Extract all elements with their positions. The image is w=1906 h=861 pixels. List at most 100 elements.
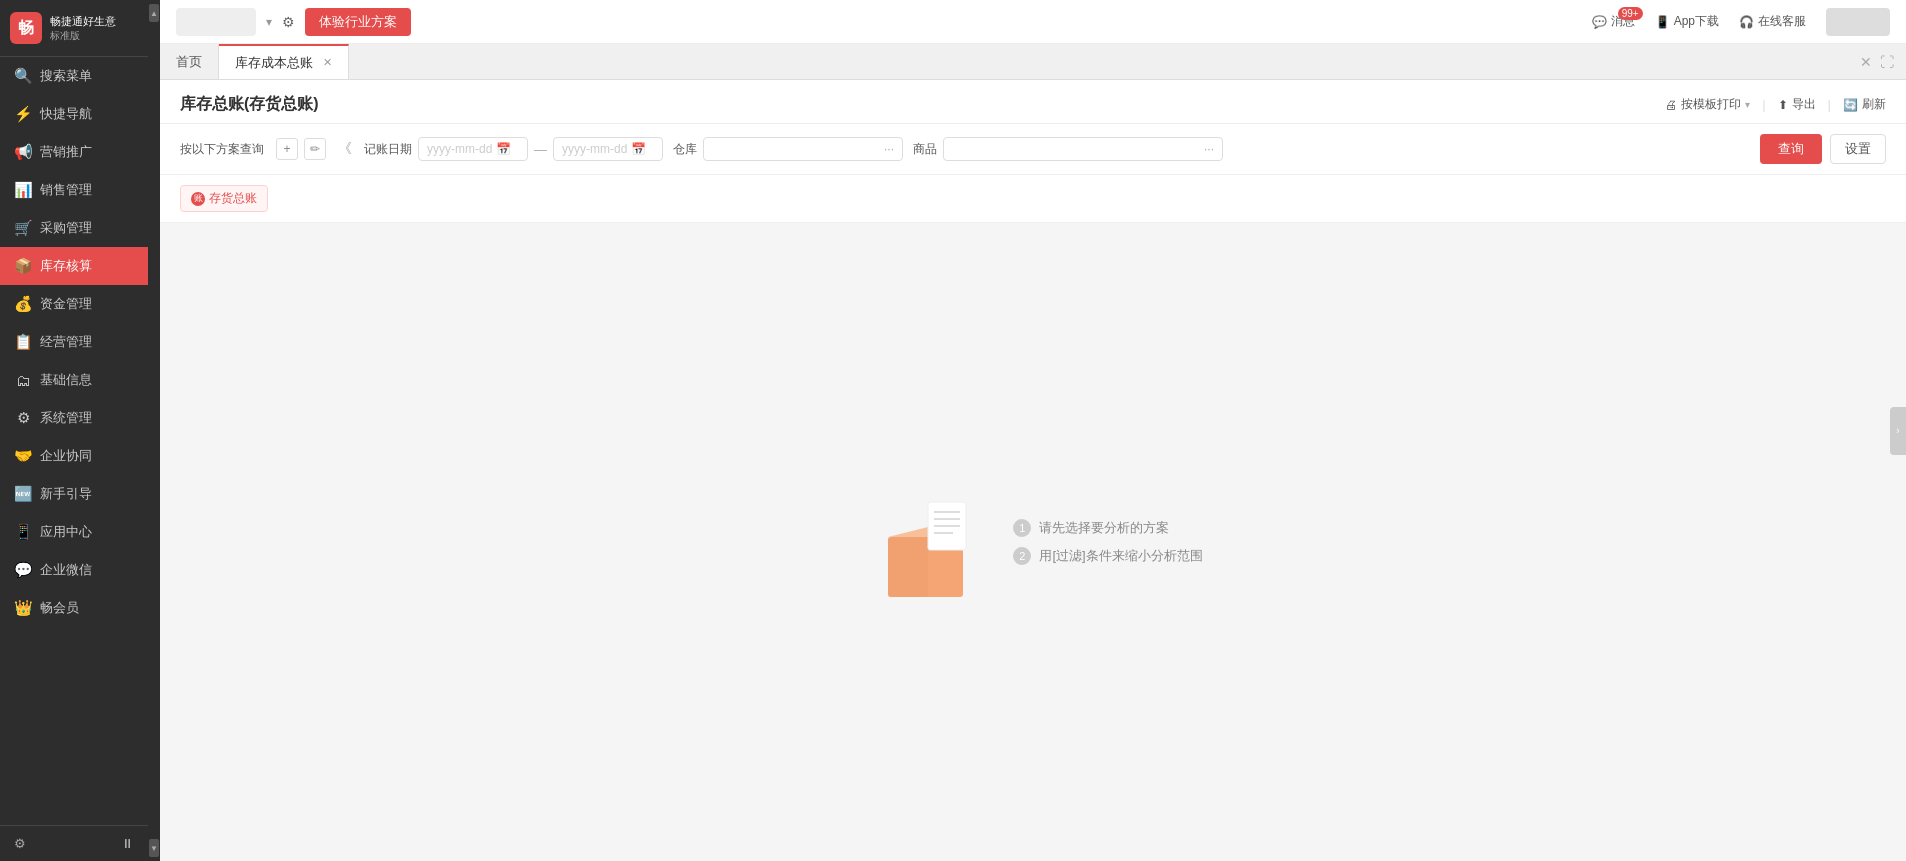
topbar-chevron-icon[interactable]: ▾	[266, 15, 272, 29]
filter-edit-button[interactable]: ✏	[304, 138, 326, 160]
empty-state: 1 请先选择要分析的方案 2 用[过滤]条件来缩小分析范围	[863, 482, 1202, 602]
topbar: ▾ ⚙ 体验行业方案 💬 消息 99+ 📱 App下载 🎧 在线客服	[160, 0, 1906, 44]
sidebar-item-apps[interactable]: 📱 应用中心	[0, 513, 148, 551]
filter-label: 按以下方案查询	[180, 141, 264, 158]
main-content: ▾ ⚙ 体验行业方案 💬 消息 99+ 📱 App下载 🎧 在线客服 首页	[160, 0, 1906, 861]
tab-expand-icon[interactable]: ⛶	[1880, 54, 1894, 70]
purchase-icon: 🛒	[14, 219, 32, 237]
date-range-filter: 记账日期 yyyy-mm-dd 📅 — yyyy-mm-dd 📅	[364, 137, 663, 161]
message-badge: 99+	[1618, 7, 1643, 20]
print-template-button[interactable]: 🖨 按模板打印 ▾	[1665, 96, 1750, 113]
scheme-section: 账 存货总账	[160, 175, 1906, 223]
app-logo-icon: 畅	[10, 12, 42, 44]
sidebar-item-shortcut[interactable]: ⚡ 快捷导航	[0, 95, 148, 133]
basic-icon: 🗂	[14, 371, 32, 389]
right-panel-chevron-icon: ›	[1896, 425, 1899, 436]
svg-rect-3	[888, 537, 928, 597]
tab-inventory-cost[interactable]: 库存成本总账 ✕	[219, 44, 349, 79]
filter-fields-row: 记账日期 yyyy-mm-dd 📅 — yyyy-mm-dd 📅 仓库 ···	[364, 134, 1886, 164]
tab-close-icon[interactable]: ✕	[323, 56, 332, 69]
content-area: 1 请先选择要分析的方案 2 用[过滤]条件来缩小分析范围	[160, 223, 1906, 861]
vip-icon: 👑	[14, 599, 32, 617]
scroll-up-btn[interactable]: ▲	[149, 4, 159, 22]
tip-2-text: 用[过滤]条件来缩小分析范围	[1039, 547, 1202, 565]
sidebar-item-wechat[interactable]: 💬 企业微信	[0, 551, 148, 589]
topbar-user-selector[interactable]	[176, 8, 256, 36]
filter-collapse-button[interactable]: 《	[338, 140, 352, 158]
warehouse-more-icon: ···	[884, 142, 894, 156]
filter-quick-actions: + ✏	[276, 138, 326, 160]
svg-marker-1	[888, 527, 928, 537]
divider-1: |	[1762, 97, 1765, 112]
topbar-gear-icon[interactable]: ⚙	[282, 14, 295, 30]
phone-icon: 📱	[1655, 15, 1670, 29]
cooperation-icon: 🤝	[14, 447, 32, 465]
print-chevron-icon: ▾	[1745, 99, 1750, 110]
tab-home[interactable]: 首页	[160, 44, 219, 79]
sidebar-nav: 🔍 搜索菜单 ⚡ 快捷导航 📢 营销推广 📊 销售管理 🛒 采购管理 📦 库存核…	[0, 57, 148, 825]
message-icon: 💬	[1592, 15, 1607, 29]
empty-illustration	[863, 482, 983, 602]
filter-add-button[interactable]: +	[276, 138, 298, 160]
export-icon: ⬆	[1778, 98, 1788, 112]
sidebar-item-purchase[interactable]: 🛒 采购管理	[0, 209, 148, 247]
print-icon: 🖨	[1665, 98, 1677, 112]
industry-solution-button[interactable]: 体验行业方案	[305, 8, 411, 36]
warehouse-input[interactable]: ···	[703, 137, 903, 161]
sales-icon: 📊	[14, 181, 32, 199]
finance-icon: 💰	[14, 295, 32, 313]
empty-tip-1: 1 请先选择要分析的方案	[1013, 519, 1202, 537]
sidebar-item-system[interactable]: ⚙ 系统管理	[0, 399, 148, 437]
app-download-button[interactable]: 📱 App下载	[1655, 13, 1719, 30]
search-icon: 🔍	[14, 67, 32, 85]
tab-close-panel-icon[interactable]: ✕	[1860, 54, 1872, 70]
goods-label: 商品	[913, 141, 937, 158]
filter-submit-actions: 查询 设置	[1760, 134, 1886, 164]
refresh-button[interactable]: 🔄 刷新	[1843, 96, 1886, 113]
wechat-icon: 💬	[14, 561, 32, 579]
date-end-input[interactable]: yyyy-mm-dd 📅	[553, 137, 663, 161]
tip-1-text: 请先选择要分析的方案	[1039, 519, 1169, 537]
search-button[interactable]: 查询	[1760, 134, 1822, 164]
sidebar-item-inventory[interactable]: 📦 库存核算	[0, 247, 148, 285]
export-button[interactable]: ⬆ 导出	[1778, 96, 1816, 113]
marketing-icon: 📢	[14, 143, 32, 161]
goods-input[interactable]: ···	[943, 137, 1223, 161]
user-avatar[interactable]	[1826, 8, 1890, 36]
sidebar-item-operations[interactable]: 📋 经营管理	[0, 323, 148, 361]
warehouse-filter: 仓库 ···	[673, 137, 903, 161]
online-service-button[interactable]: 🎧 在线客服	[1739, 13, 1806, 30]
settings-button[interactable]: 设置	[1830, 134, 1886, 164]
sidebar-item-cooperation[interactable]: 🤝 企业协同	[0, 437, 148, 475]
sidebar-item-search[interactable]: 🔍 搜索菜单	[0, 57, 148, 95]
page-title: 库存总账(存货总账)	[180, 94, 319, 115]
sidebar-item-guide[interactable]: 🆕 新手引导	[0, 475, 148, 513]
sidebar-item-marketing[interactable]: 📢 营销推广	[0, 133, 148, 171]
sidebar: 畅 畅捷通好生意 标准版 🔍 搜索菜单 ⚡ 快捷导航 📢 营销推广 📊 销售管理…	[0, 0, 148, 861]
scheme-item-inventory-ledger[interactable]: 账 存货总账	[180, 185, 268, 212]
empty-svg	[863, 482, 993, 612]
goods-more-icon: ···	[1204, 142, 1214, 156]
app-logo-text: 畅捷通好生意 标准版	[50, 14, 116, 43]
inventory-icon: 📦	[14, 257, 32, 275]
refresh-icon: 🔄	[1843, 98, 1858, 112]
message-button[interactable]: 💬 消息 99+	[1592, 13, 1635, 30]
sidebar-collapse-icon[interactable]: ⏸	[121, 836, 134, 851]
sidebar-item-finance[interactable]: 💰 资金管理	[0, 285, 148, 323]
sidebar-item-vip[interactable]: 👑 畅会员	[0, 589, 148, 627]
page-header: 库存总账(存货总账) 🖨 按模板打印 ▾ | ⬆ 导出 | 🔄 刷新	[160, 80, 1906, 124]
sidebar-item-basic[interactable]: 🗂 基础信息	[0, 361, 148, 399]
scroll-down-btn[interactable]: ▼	[149, 839, 159, 857]
right-panel-toggle[interactable]: ›	[1890, 407, 1906, 455]
sidebar-item-sales[interactable]: 📊 销售管理	[0, 171, 148, 209]
calendar-end-icon: 📅	[631, 142, 646, 156]
date-separator: —	[534, 142, 547, 157]
calendar-start-icon: 📅	[496, 142, 511, 156]
sidebar-settings-icon[interactable]: ⚙	[14, 836, 26, 851]
date-label: 记账日期	[364, 141, 412, 158]
date-start-input[interactable]: yyyy-mm-dd 📅	[418, 137, 528, 161]
tip-1-number: 1	[1013, 519, 1031, 537]
sidebar-logo: 畅 畅捷通好生意 标准版	[0, 0, 148, 57]
operations-icon: 📋	[14, 333, 32, 351]
divider-2: |	[1828, 97, 1831, 112]
